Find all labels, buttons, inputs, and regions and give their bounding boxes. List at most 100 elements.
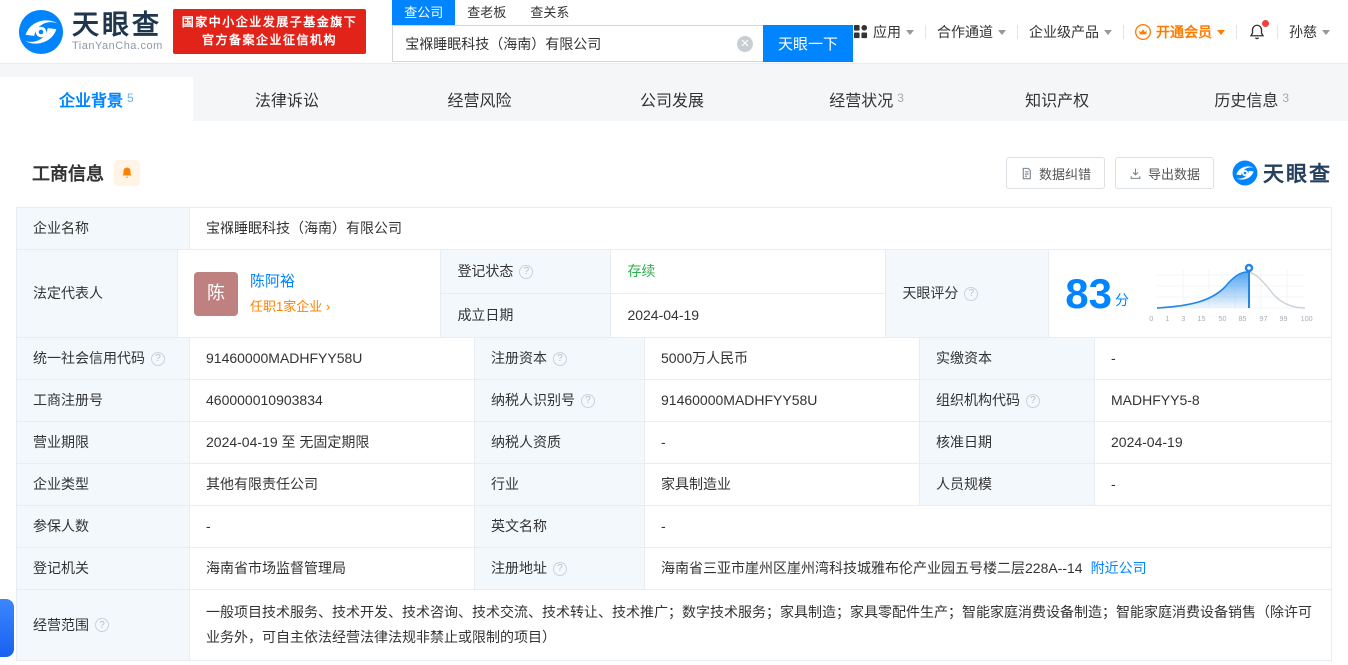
tianyancha-watermark: 天眼查 [1232, 158, 1332, 188]
table-row: 企业类型 其他有限责任公司 行业 家具制造业 人员规模 - [17, 464, 1331, 506]
divider [1277, 24, 1278, 39]
staff-size-label: 人员规模 [920, 464, 1095, 505]
org-code-value: MADHFYY5-8 [1111, 392, 1200, 408]
search-input[interactable] [392, 25, 763, 62]
top-header: 天眼查 TianYanCha.com 国家中小企业发展子基金旗下 官方备案企业征… [0, 0, 1348, 64]
paid-capital-value: - [1111, 350, 1116, 366]
score-curve [1156, 263, 1306, 309]
nav-cooperation[interactable]: 合作通道 [937, 22, 1006, 42]
badge-line2: 官方备案企业征信机构 [202, 32, 338, 47]
nav-cooperation-label: 合作通道 [937, 23, 993, 40]
chevron-down-icon [906, 30, 914, 35]
org-code-label: 组织机构代码 [936, 392, 1020, 408]
taxpayer-quality-value: - [645, 422, 920, 463]
tab-company-background[interactable]: 企业背景 5 [0, 77, 193, 121]
tab-legal-proceedings[interactable]: 法律诉讼 [193, 77, 386, 121]
nav-vip-membership[interactable]: 开通会员 [1135, 22, 1225, 42]
table-row: 参保人数 - 英文名称 - [17, 506, 1331, 548]
tab-operational-risk[interactable]: 经营风险 [385, 77, 578, 121]
insured-count-value: - [190, 506, 475, 547]
business-scope-value: 一般项目技术服务、技术开发、技术咨询、技术交流、技术转让、技术推广；数字技术服务… [206, 604, 1312, 646]
legal-rep-name-link[interactable]: 陈阿裕 [250, 271, 330, 294]
business-info-table: 企业名称 宝褓睡眠科技（海南）有限公司 法定代表人 陈 陈阿裕 任职1家企业 登… [16, 207, 1332, 662]
divider [925, 24, 926, 39]
table-row: 统一社会信用代码 91460000MADHFYY58U 注册资本 5000万人民… [17, 338, 1331, 380]
section-title: 工商信息 [32, 164, 104, 184]
tianyancha-logo[interactable]: 天眼查 TianYanCha.com [18, 9, 163, 55]
help-icon[interactable] [553, 561, 567, 576]
company-name-label: 企业名称 [17, 208, 190, 249]
help-icon[interactable] [95, 618, 109, 633]
monitor-bell-button[interactable] [114, 160, 140, 186]
tab-business-status[interactable]: 经营状况 3 [770, 77, 963, 121]
help-icon[interactable] [1026, 393, 1040, 408]
divider [1236, 24, 1237, 39]
insured-count-label: 参保人数 [17, 506, 190, 547]
tab-intellectual-property[interactable]: 知识产权 [963, 77, 1156, 121]
tab-count: 5 [126, 91, 134, 105]
search-tab-boss[interactable]: 查老板 [455, 0, 518, 25]
establish-date-label: 成立日期 [441, 294, 612, 337]
help-icon[interactable] [964, 286, 979, 301]
reg-capital-value: 5000万人民币 [645, 338, 920, 379]
score-distribution-chart: 0 1 3 15 50 85 97 99 100 [1147, 262, 1315, 325]
nav-apps-label: 应用 [873, 23, 901, 40]
help-icon[interactable] [553, 351, 567, 366]
side-float-widget[interactable] [0, 599, 14, 657]
taxpayer-id-value: 91460000MADHFYY58U [645, 380, 920, 421]
download-icon [1130, 168, 1141, 179]
reg-authority-label: 登记机关 [17, 548, 190, 589]
reg-address-label: 注册地址 [491, 560, 547, 576]
establish-date-value: 2024-04-19 [611, 294, 887, 337]
help-icon[interactable] [151, 351, 165, 366]
tab-company-development[interactable]: 公司发展 [578, 77, 771, 121]
help-icon[interactable] [519, 264, 534, 279]
english-name-label: 英文名称 [475, 506, 645, 547]
notifications-bell[interactable] [1248, 19, 1269, 41]
document-icon [1022, 167, 1031, 179]
search-tabs: 查公司 查老板 查关系 [392, 0, 853, 25]
divider [1123, 24, 1124, 39]
reg-capital-label: 注册资本 [491, 350, 547, 366]
company-type-label: 企业类型 [17, 464, 190, 505]
export-data-button[interactable]: 导出数据 [1114, 157, 1214, 189]
approval-date-label: 核准日期 [920, 422, 1095, 463]
tianyancha-logo-icon [18, 9, 64, 54]
nav-vip-label: 开通会员 [1156, 23, 1212, 40]
legal-rep-employment-link[interactable]: 任职1家企业 [250, 297, 330, 317]
search-button[interactable]: 天眼一下 [763, 25, 853, 62]
reg-status-value: 存续 [611, 250, 887, 293]
credit-code-value: 91460000MADHFYY58U [190, 338, 475, 379]
score-unit: 分 [1115, 291, 1129, 308]
clear-search-icon[interactable] [737, 35, 753, 52]
nearby-companies-link[interactable]: 附近公司 [1091, 558, 1147, 579]
taxpayer-quality-label: 纳税人资质 [475, 422, 645, 463]
chevron-down-icon [1217, 30, 1225, 35]
header-nav: 应用 合作通道 企业级产品 开通会员 孙慈 [853, 19, 1330, 42]
nav-apps[interactable]: 应用 [853, 22, 914, 42]
data-correction-button[interactable]: 数据纠错 [1005, 157, 1105, 189]
english-name-value: - [661, 518, 666, 534]
apps-grid-icon [853, 24, 868, 39]
watermark-text: 天眼查 [1263, 163, 1332, 186]
score-value: 83 [1065, 269, 1112, 317]
logo-text: 天眼查 [72, 9, 162, 40]
username: 孙慈 [1289, 23, 1317, 40]
reg-address-value: 海南省三亚市崖州区崖州湾科技城雅布伦产业园五号楼二层228A--14 [661, 560, 1083, 576]
search-area: 查公司 查老板 查关系 天眼一下 [392, 0, 853, 62]
user-menu[interactable]: 孙慈 [1289, 22, 1330, 42]
reg-number-label: 工商注册号 [17, 380, 190, 421]
approval-date-value: 2024-04-19 [1111, 434, 1183, 450]
search-tab-company[interactable]: 查公司 [392, 0, 456, 25]
reg-authority-value: 海南省市场监督管理局 [190, 548, 475, 589]
search-tab-relation[interactable]: 查关系 [518, 0, 581, 25]
industry-label: 行业 [475, 464, 645, 505]
legal-rep-avatar[interactable]: 陈 [194, 271, 239, 316]
chevron-down-icon [998, 30, 1006, 35]
table-row: 登记机关 海南省市场监督管理局 注册地址 海南省三亚市崖州区崖州湾科技城雅布伦产… [17, 548, 1331, 590]
business-term-value: 2024-04-19 至 无固定期限 [190, 422, 475, 463]
bell-icon [122, 167, 132, 178]
nav-enterprise-products[interactable]: 企业级产品 [1029, 22, 1112, 42]
tab-history-info[interactable]: 历史信息 3 [1155, 77, 1348, 121]
help-icon[interactable] [581, 393, 595, 408]
